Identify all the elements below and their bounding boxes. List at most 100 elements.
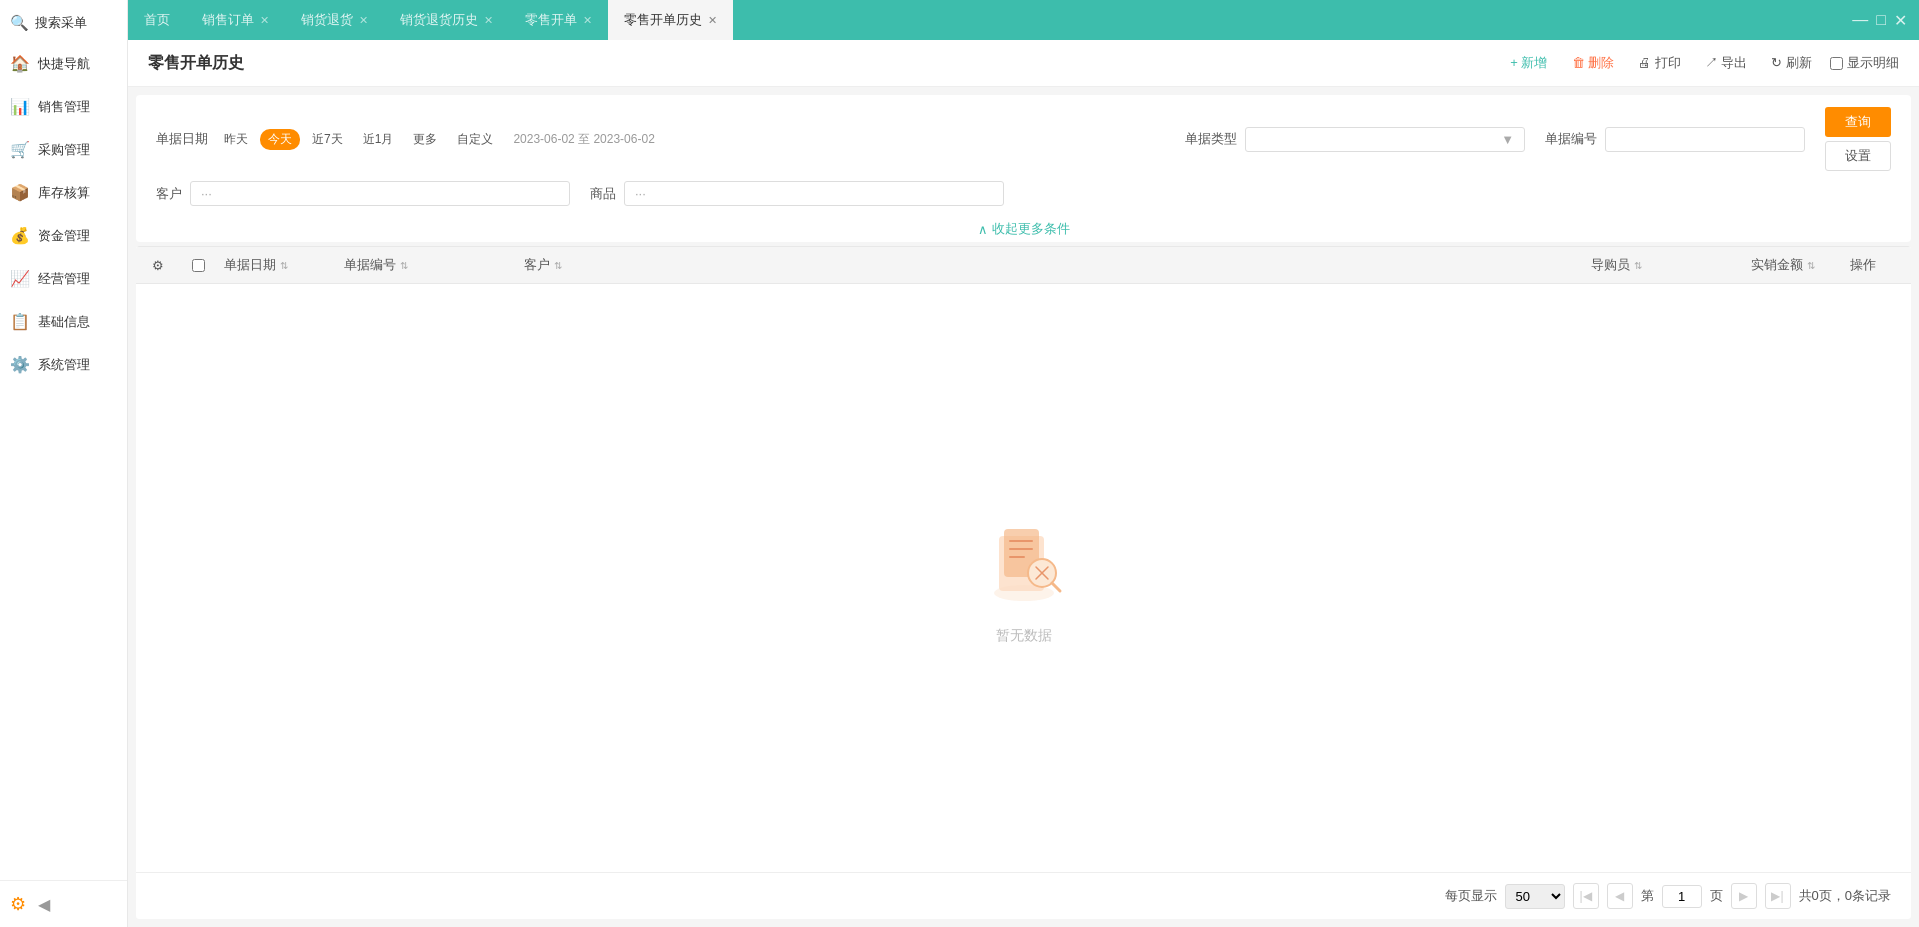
date-opt-today[interactable]: 今天 [260,129,300,150]
th-billno[interactable]: 单据编号 ⇅ [336,256,516,274]
th-checkbox[interactable] [180,259,216,272]
sort-customer-icon: ⇅ [554,260,562,271]
sidebar-item-purchase-mgmt[interactable]: 🛒 采购管理 [0,128,127,171]
sidebar-item-base-info[interactable]: 📋 基础信息 [0,300,127,343]
collapse-more-button[interactable]: ∧ 收起更多条件 [156,216,1891,242]
refresh-button[interactable]: ↻ 刷新 [1765,50,1818,76]
maximize-button[interactable]: □ [1876,11,1886,29]
th-guide-label: 导购员 [1591,256,1630,274]
settings-button[interactable]: 设置 [1825,141,1891,171]
search-menu[interactable]: 🔍 搜索采单 [0,0,127,42]
empty-state: 暂无数据 [136,284,1911,872]
first-page-button[interactable]: |◀ [1573,883,1599,909]
page-header: 零售开单历史 + 新增 🗑 删除 🖨 打印 ↗ 导出 ↻ 刷新 显示明细 [128,40,1919,87]
date-opt-more[interactable]: 更多 [405,129,445,150]
export-button[interactable]: ↗ 导出 [1699,50,1754,76]
minimize-button[interactable]: — [1852,11,1868,29]
show-detail-label: 显示明细 [1847,54,1899,72]
th-amount[interactable]: 实销金额 ⇅ [1703,256,1823,274]
date-filter-field: 单据日期 昨天 今天 近7天 近1月 更多 自定义 2023-06-02 至 2… [156,129,655,150]
customer-placeholder: ··· [201,186,212,201]
date-opt-custom[interactable]: 自定义 [449,129,501,150]
query-buttons: 查询 设置 [1825,107,1891,171]
collapse-sidebar-icon[interactable]: ◀ [38,895,50,914]
settings-icon[interactable]: ⚙ [10,893,26,915]
th-date[interactable]: 单据日期 ⇅ [216,256,336,274]
delete-button[interactable]: 🗑 删除 [1566,50,1621,76]
page-size-select[interactable]: 50 10 20 100 [1505,884,1565,909]
goods-filter-label: 商品 [590,185,616,203]
add-button[interactable]: + 新增 [1504,50,1553,76]
tab-sales-return-history[interactable]: 销货退货历史 ✕ [384,0,509,40]
filter-row-2: 客户 ··· 商品 ··· [156,181,1891,206]
th-amount-label: 实销金额 [1751,256,1803,274]
customer-input[interactable]: ··· [190,181,570,206]
date-opt-7days[interactable]: 近7天 [304,129,351,150]
tab-sales-return-close[interactable]: ✕ [359,14,368,27]
date-opt-1month[interactable]: 近1月 [355,129,402,150]
th-action: 操作 [1823,256,1903,274]
window-controls: — □ ✕ [1852,0,1919,40]
last-page-button[interactable]: ▶| [1765,883,1791,909]
query-button[interactable]: 查询 [1825,107,1891,137]
inventory-icon: 📦 [10,183,30,202]
tab-retail-open[interactable]: 零售开单 ✕ [509,0,608,40]
sidebar-item-label: 销售管理 [38,98,90,116]
table-header: ⚙ 单据日期 ⇅ 单据编号 ⇅ 客户 ⇅ 导购员 [136,246,1911,284]
goods-filter-field: 商品 ··· [590,181,1004,206]
tab-sales-return-history-close[interactable]: ✕ [484,14,493,27]
th-customer[interactable]: 客户 ⇅ [516,256,1583,274]
sidebar-item-inventory[interactable]: 📦 库存核算 [0,171,127,214]
sidebar-item-quick-nav[interactable]: 🏠 快捷导航 [0,42,127,85]
svg-line-7 [1052,583,1060,591]
date-options: 昨天 今天 近7天 近1月 更多 自定义 [216,129,501,150]
finance-icon: 💰 [10,226,30,245]
tab-retail-open-history-close[interactable]: ✕ [708,14,717,27]
tab-home[interactable]: 首页 [128,0,186,40]
tab-sales-return[interactable]: 销货退货 ✕ [285,0,384,40]
page-number-input[interactable] [1662,885,1702,908]
search-icon: 🔍 [10,14,29,32]
show-detail-input[interactable] [1830,57,1843,70]
tab-sales-order[interactable]: 销售订单 ✕ [186,0,285,40]
bill-no-label: 单据编号 [1545,130,1597,148]
home-icon: 🏠 [10,54,30,73]
sidebar-item-label: 经营管理 [38,270,90,288]
show-detail-checkbox[interactable]: 显示明细 [1830,54,1899,72]
tab-retail-open-history[interactable]: 零售开单历史 ✕ [608,0,733,40]
select-all-checkbox[interactable] [192,259,205,272]
collapse-more-label: 收起更多条件 [992,220,1070,238]
goods-input[interactable]: ··· [624,181,1004,206]
sidebar-item-finance[interactable]: 💰 资金管理 [0,214,127,257]
sort-date-icon: ⇅ [280,260,288,271]
customer-filter-field: 客户 ··· [156,181,570,206]
sort-amount-icon: ⇅ [1807,260,1815,271]
bill-no-input[interactable] [1605,127,1805,152]
toolbar: + 新增 🗑 删除 🖨 打印 ↗ 导出 ↻ 刷新 显示明细 [1504,50,1899,76]
date-filter-label: 单据日期 [156,130,208,148]
prev-page-button[interactable]: ◀ [1607,883,1633,909]
base-info-icon: 📋 [10,312,30,331]
operation-icon: 📈 [10,269,30,288]
sidebar-item-label: 资金管理 [38,227,90,245]
customer-filter-label: 客户 [156,185,182,203]
bill-type-select[interactable]: ▼ [1245,127,1525,152]
bill-type-label: 单据类型 [1185,130,1237,148]
sidebar-item-operation[interactable]: 📈 经营管理 [0,257,127,300]
sidebar-item-system[interactable]: ⚙️ 系统管理 [0,343,127,386]
sidebar-item-sales-mgmt[interactable]: 📊 销售管理 [0,85,127,128]
th-settings[interactable]: ⚙ [144,258,180,273]
main-content: 首页 销售订单 ✕ 销货退货 ✕ 销货退货历史 ✕ 零售开单 ✕ 零售开单历史 … [128,0,1919,927]
tab-sales-order-close[interactable]: ✕ [260,14,269,27]
close-button[interactable]: ✕ [1894,11,1907,30]
tab-retail-open-close[interactable]: ✕ [583,14,592,27]
print-button[interactable]: 🖨 打印 [1632,50,1687,76]
sidebar-nav: 🏠 快捷导航 📊 销售管理 🛒 采购管理 📦 库存核算 💰 资金管理 📈 经营管… [0,42,127,880]
sales-icon: 📊 [10,97,30,116]
th-guide[interactable]: 导购员 ⇅ [1583,256,1703,274]
sidebar-item-label: 系统管理 [38,356,90,374]
date-opt-yesterday[interactable]: 昨天 [216,129,256,150]
dropdown-icon: ▼ [1501,132,1514,147]
tab-bar: 首页 销售订单 ✕ 销货退货 ✕ 销货退货历史 ✕ 零售开单 ✕ 零售开单历史 … [128,0,1919,40]
next-page-button[interactable]: ▶ [1731,883,1757,909]
